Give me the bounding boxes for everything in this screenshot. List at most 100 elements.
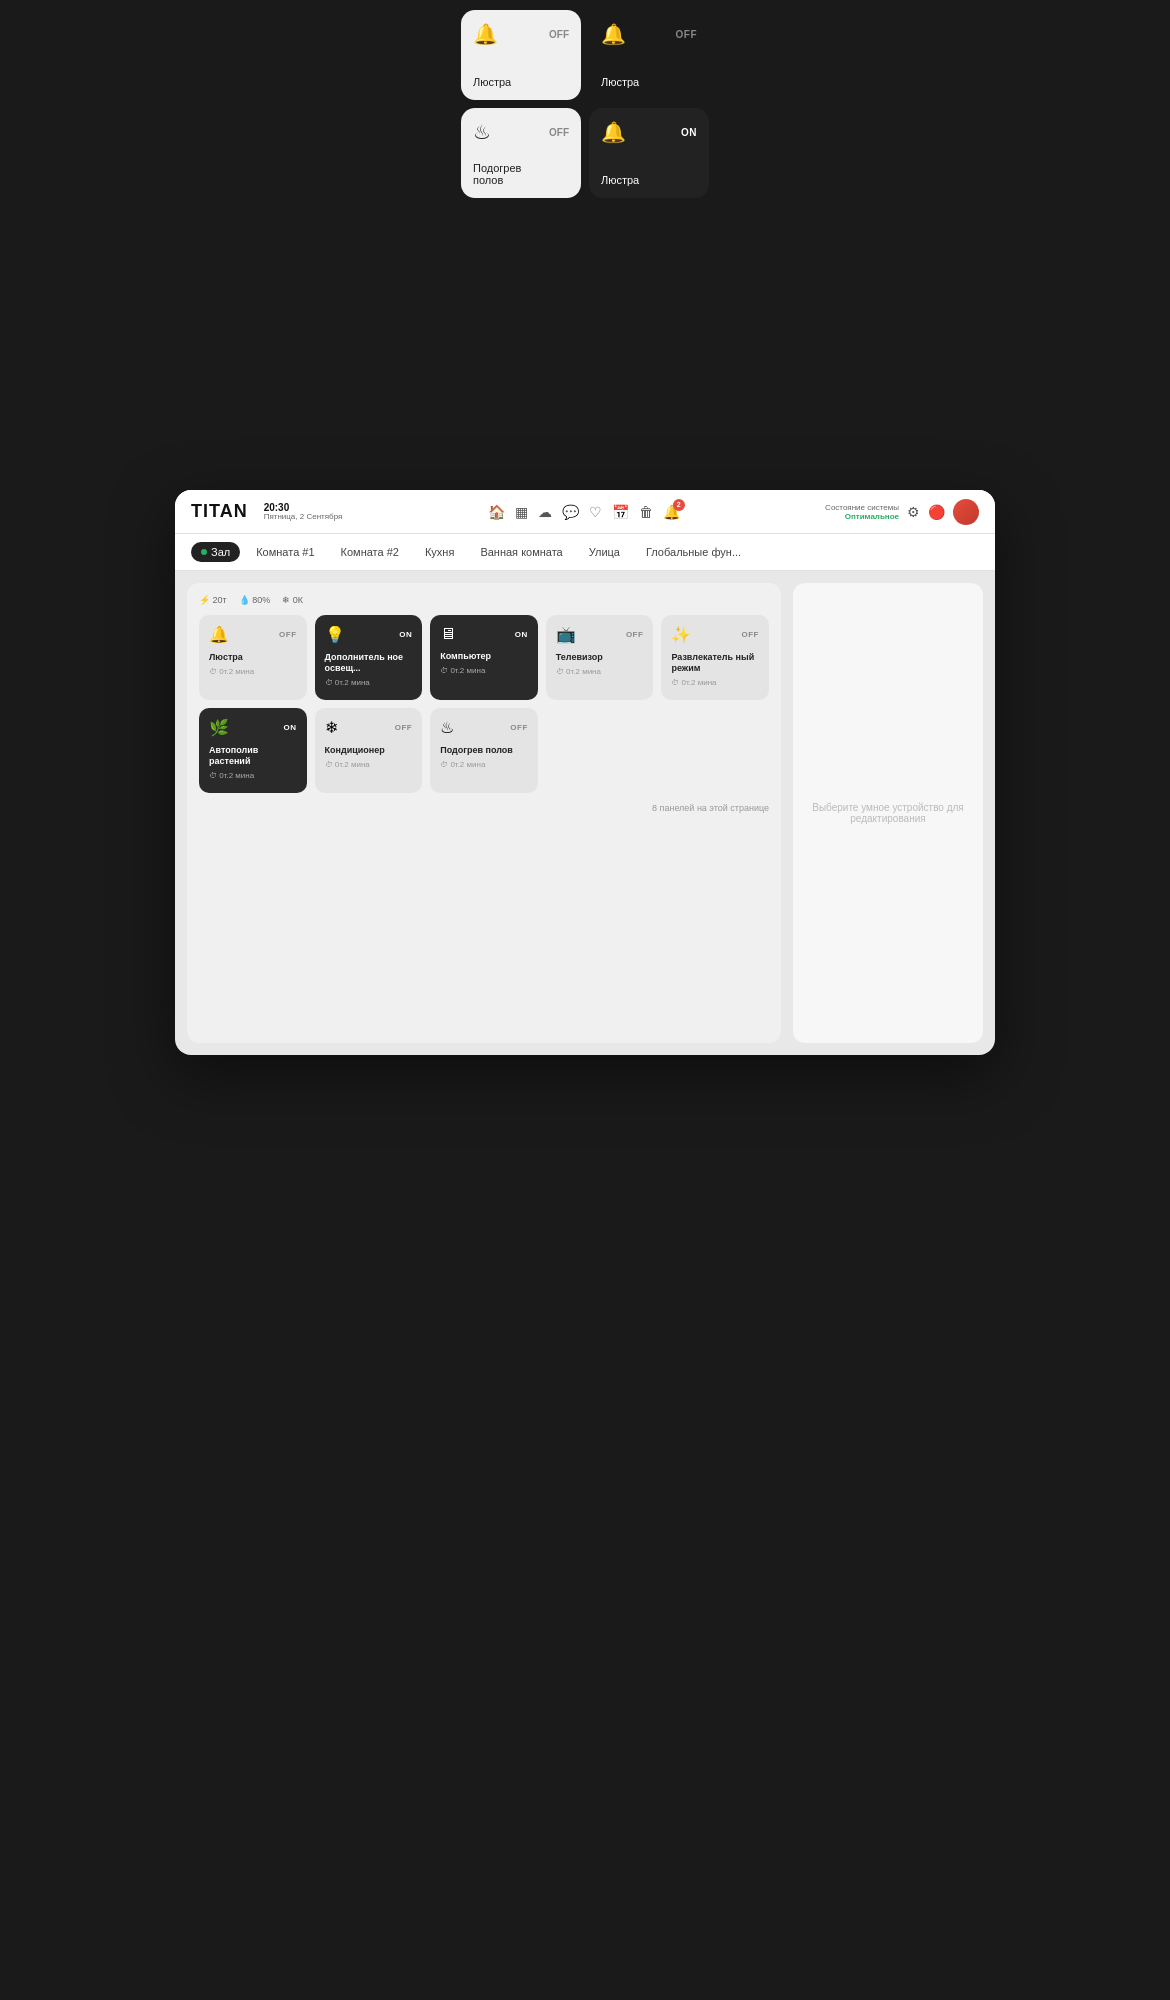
plant-icon: 🌿 <box>209 718 229 737</box>
card-label-dark: Люстра <box>601 76 639 88</box>
televizor-time: ⏱ 0т.2 мина <box>556 667 644 676</box>
tab-komnata2[interactable]: Комната #2 <box>331 542 409 562</box>
floor-heat-status: OFF <box>510 723 528 732</box>
stat-temp: ❄ 0К <box>282 595 303 605</box>
topbar-datetime: 20:30 Пятница, 2 Сентября <box>264 502 343 522</box>
device-televizor[interactable]: 📺 OFF Телевизор ⏱ 0т.2 мина <box>546 615 654 700</box>
tab-kuhnya[interactable]: Кухня <box>415 542 464 562</box>
detail-placeholder: Выберите умное устройство для редактиров… <box>809 802 967 824</box>
top-card-lyustra-off[interactable]: 🔔 OFF Люстра <box>461 10 581 100</box>
app-logo: TITAN <box>191 501 248 522</box>
top-card-lyustra-dark-off[interactable]: 🔔 OFF Люстра <box>589 10 709 100</box>
device-autopoliv[interactable]: 🌿 ON Автополив растений ⏱ 0т.2 мина <box>199 708 307 793</box>
main-content: ⚡ 20т 💧 80% ❄ 0К 🔔 OFF Люстра ⏱ 0т.2 мин… <box>175 571 995 1055</box>
heat-icon: ♨ <box>473 120 491 144</box>
computer-icon: 🖥 <box>440 625 456 643</box>
panel-footer-text: 8 панелей на этой странице <box>652 803 769 813</box>
topbar-date: Пятница, 2 Сентября <box>264 513 343 522</box>
chandelier-on-icon: 🔔 <box>601 120 626 144</box>
system-status-label: Состояние системы <box>825 503 899 512</box>
dop-status: ON <box>399 630 412 639</box>
user-avatar[interactable] <box>953 499 979 525</box>
razvlek-status: OFF <box>741 630 759 639</box>
notification-icon[interactable]: 🔔 2 <box>663 504 680 520</box>
kondic-time: ⏱ 0т.2 мина <box>325 760 413 769</box>
top-cards: 🔔 OFF Люстра 🔔 OFF Люстра ♨ OFF Подогрев… <box>461 0 709 208</box>
app-window: TITAN 20:30 Пятница, 2 Сентября 🏠 ▦ ☁ 💬 … <box>175 490 995 1055</box>
topbar-right: Состояние системы Оптимальное ⚙ 🔴 <box>825 499 979 525</box>
notification-badge: 2 <box>673 499 685 511</box>
bulb-icon: 💡 <box>325 625 345 644</box>
active-dot <box>201 549 207 555</box>
system-status: Состояние системы Оптимальное <box>825 503 899 521</box>
stat-humidity: 💧 80% <box>239 595 271 605</box>
home-icon[interactable]: 🏠 <box>488 504 505 520</box>
tab-ulica[interactable]: Улица <box>579 542 630 562</box>
lyustra-time: ⏱ 0т.2 мина <box>209 667 297 676</box>
autopoliv-time: ⏱ 0т.2 мина <box>209 771 297 780</box>
tab-zal[interactable]: Зал <box>191 542 240 562</box>
floor-heat-name: Подогрев полов <box>440 745 528 756</box>
card-status: OFF <box>549 29 569 40</box>
heart-icon[interactable]: ♡ <box>589 504 602 520</box>
settings-icon[interactable]: ⚙ <box>907 504 920 520</box>
device-lyustra[interactable]: 🔔 OFF Люстра ⏱ 0т.2 мина <box>199 615 307 700</box>
dop-time: ⏱ 0т.2 мина <box>325 678 413 687</box>
cloud-icon[interactable]: ☁ <box>538 504 552 520</box>
device-komputer[interactable]: 🖥 ON Компьютер ⏱ 0т.2 мина <box>430 615 538 700</box>
panel-footer: 8 панелей на этой странице <box>199 803 769 813</box>
topbar: TITAN 20:30 Пятница, 2 Сентября 🏠 ▦ ☁ 💬 … <box>175 490 995 534</box>
razvlek-name: Развлекатель ный режим <box>671 652 759 674</box>
device-razvlek[interactable]: ✨ OFF Развлекатель ный режим ⏱ 0т.2 мина <box>661 615 769 700</box>
chandelier-icon-dark: 🔔 <box>601 22 626 46</box>
grid-icon[interactable]: ▦ <box>515 504 528 520</box>
device-floor-heat[interactable]: ♨ OFF Подогрев полов ⏱ 0т.2 мина <box>430 708 538 793</box>
calendar-icon[interactable]: 📅 <box>612 504 629 520</box>
chat-icon[interactable]: 💬 <box>562 504 579 520</box>
kondic-name: Кондиционер <box>325 745 413 756</box>
lyustra-name: Люстра <box>209 652 297 663</box>
floor-heat-time: ⏱ 0т.2 мина <box>440 760 528 769</box>
card-label-heat: Подогревполов <box>473 162 521 186</box>
televizor-name: Телевизор <box>556 652 644 663</box>
device-kondic[interactable]: ❄ OFF Кондиционер ⏱ 0т.2 мина <box>315 708 423 793</box>
card-status-on: ON <box>681 127 697 138</box>
kondic-status: OFF <box>395 723 413 732</box>
room-tabs: Зал Комната #1 Комната #2 Кухня Ванная к… <box>175 534 995 571</box>
tab-global[interactable]: Глобальные фун... <box>636 542 751 562</box>
system-status-value: Оптимальное <box>845 512 899 521</box>
card-label: Люстра <box>473 76 511 88</box>
dop-name: Дополнитель ное освещ... <box>325 652 413 674</box>
komputer-time: ⏱ 0т.2 мина <box>440 666 528 675</box>
topbar-icons: 🏠 ▦ ☁ 💬 ♡ 📅 🗑 🔔 2 <box>354 504 813 520</box>
top-cards-row-2: ♨ OFF Подогревполов 🔔 ON Люстра <box>461 108 709 198</box>
card-status-heat: OFF <box>549 127 569 138</box>
televizor-status: OFF <box>626 630 644 639</box>
devices-panel: ⚡ 20т 💧 80% ❄ 0К 🔔 OFF Люстра ⏱ 0т.2 мин… <box>187 583 781 1043</box>
tv-icon: 📺 <box>556 625 576 644</box>
autopoliv-name: Автополив растений <box>209 745 297 767</box>
panel-stats: ⚡ 20т 💧 80% ❄ 0К <box>199 595 769 605</box>
sparkle-icon: ✨ <box>671 625 691 644</box>
floor-heat-icon: ♨ <box>440 718 454 737</box>
komputer-status: ON <box>515 630 528 639</box>
device-dop-osvesc[interactable]: 💡 ON Дополнитель ное освещ... ⏱ 0т.2 мин… <box>315 615 423 700</box>
tab-vanna[interactable]: Ванная комната <box>470 542 572 562</box>
stat-power: ⚡ 20т <box>199 595 227 605</box>
tab-komnata1[interactable]: Комната #1 <box>246 542 324 562</box>
detail-panel: Выберите умное устройство для редактиров… <box>793 583 983 1043</box>
ac-icon: ❄ <box>325 718 338 737</box>
trash-icon[interactable]: 🗑 <box>639 504 653 520</box>
chandelier-icon: 🔔 <box>473 22 498 46</box>
card-status-dark: OFF <box>676 29 698 40</box>
top-card-floor-heat[interactable]: ♨ OFF Подогревполов <box>461 108 581 198</box>
alert-icon[interactable]: 🔴 <box>928 504 945 520</box>
lyustra-status: OFF <box>279 630 297 639</box>
devices-grid: 🔔 OFF Люстра ⏱ 0т.2 мина 💡 ON Дополнител… <box>199 615 769 793</box>
tab-zal-label: Зал <box>211 546 230 558</box>
komputer-name: Компьютер <box>440 651 528 662</box>
autopoliv-status: ON <box>284 723 297 732</box>
card-label-on: Люстра <box>601 174 639 186</box>
top-cards-row-1: 🔔 OFF Люстра 🔔 OFF Люстра <box>461 10 709 100</box>
top-card-lyustra-on[interactable]: 🔔 ON Люстра <box>589 108 709 198</box>
